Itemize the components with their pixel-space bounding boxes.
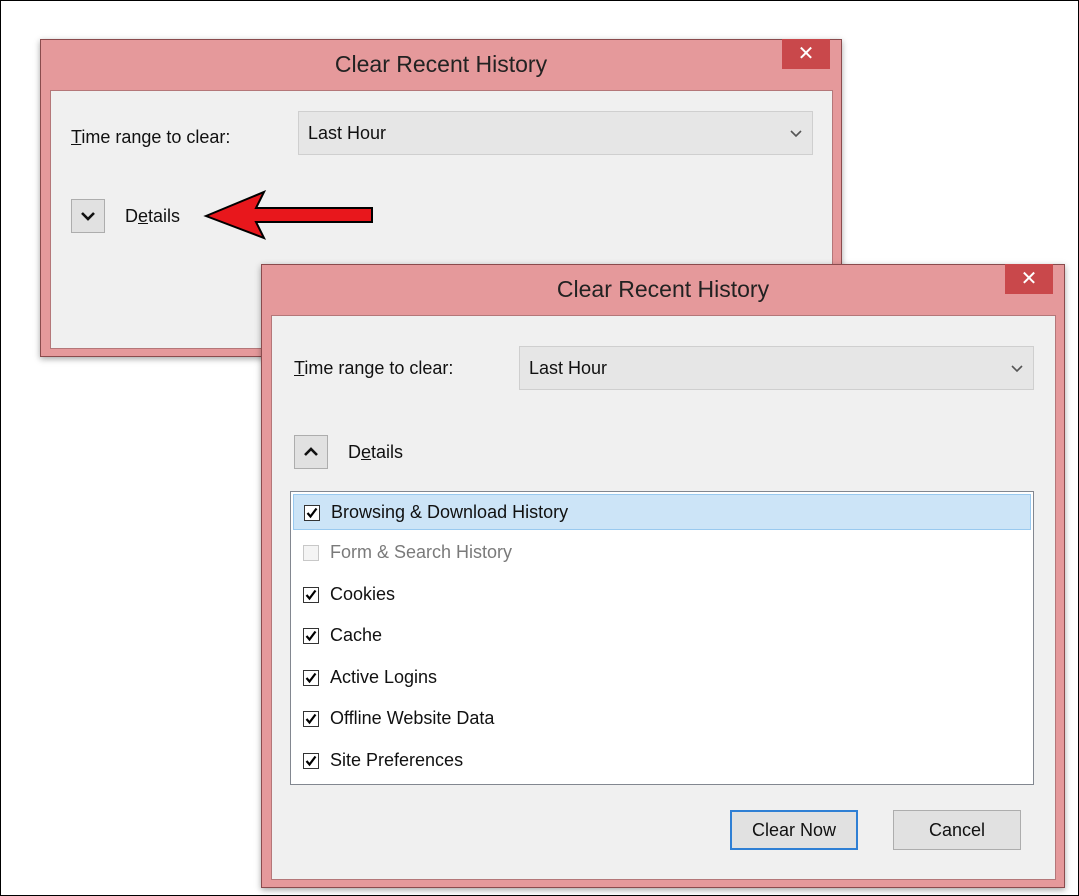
titlebar[interactable]: Clear Recent History ✕: [262, 264, 1064, 315]
close-icon: ✕: [797, 41, 815, 65]
red-arrow-icon: [203, 190, 373, 240]
details-toggle-button[interactable]: [71, 199, 105, 233]
checkmark-icon: [305, 630, 317, 642]
checkbox[interactable]: [303, 711, 319, 727]
checkmark-icon: [305, 589, 317, 601]
dialog-title: Clear Recent History: [556, 276, 770, 302]
time-range-label: Time range to clear:: [294, 358, 454, 378]
list-item[interactable]: Browsing & Download History: [293, 494, 1031, 530]
time-range-select[interactable]: Last Hour: [519, 346, 1034, 390]
list-item[interactable]: Active Logins: [293, 660, 1031, 696]
list-item-label: Cookies: [330, 584, 396, 604]
chevron-down-icon: [790, 130, 802, 138]
checkmark-icon: [305, 672, 317, 684]
checkbox[interactable]: [303, 753, 319, 769]
list-item-label: Active Logins: [330, 667, 438, 687]
list-item[interactable]: Cache: [293, 618, 1031, 654]
clear-history-dialog-expanded: Clear Recent History ✕ Time range to cle…: [261, 264, 1065, 888]
dialog-title: Clear Recent History: [334, 51, 548, 77]
checkmark-icon: [305, 713, 317, 725]
checkbox[interactable]: [303, 628, 319, 644]
list-item-label: Cache: [330, 625, 383, 645]
details-toggle-button[interactable]: [294, 435, 328, 469]
close-button[interactable]: ✕: [782, 39, 830, 69]
checkbox[interactable]: [303, 670, 319, 686]
checkbox[interactable]: [304, 505, 320, 521]
list-item-label: Offline Website Data: [330, 708, 495, 728]
chevron-down-icon: [81, 212, 95, 221]
time-range-value: Last Hour: [308, 123, 387, 143]
chevron-up-icon: [304, 447, 318, 456]
checkmark-icon: [305, 755, 317, 767]
history-items-list[interactable]: Browsing & Download History Form & Searc…: [290, 491, 1034, 785]
list-item[interactable]: Site Preferences: [293, 743, 1031, 779]
titlebar[interactable]: Clear Recent History ✕: [41, 39, 841, 90]
checkbox[interactable]: [303, 587, 319, 603]
dialog-client-area: Time range to clear: Last Hour Details B…: [271, 315, 1056, 880]
checkmark-icon: [306, 507, 318, 519]
time-range-label: Time range to clear:: [71, 127, 231, 147]
list-item-label: Browsing & Download History: [331, 502, 569, 522]
clear-now-button[interactable]: Clear Now: [730, 810, 858, 850]
chevron-down-icon: [1011, 365, 1023, 373]
close-button[interactable]: ✕: [1005, 264, 1053, 294]
list-item[interactable]: Form & Search History: [293, 535, 1031, 571]
cancel-button[interactable]: Cancel: [893, 810, 1021, 850]
time-range-select[interactable]: Last Hour: [298, 111, 813, 155]
details-label[interactable]: Details: [125, 206, 180, 227]
details-label[interactable]: Details: [348, 442, 403, 463]
list-item-label: Form & Search History: [330, 542, 513, 562]
list-item[interactable]: Offline Website Data: [293, 701, 1031, 737]
list-item[interactable]: Cookies: [293, 577, 1031, 613]
time-range-value: Last Hour: [529, 358, 608, 378]
list-item-label: Site Preferences: [330, 750, 464, 770]
close-icon: ✕: [1020, 266, 1038, 290]
checkbox[interactable]: [303, 545, 319, 561]
